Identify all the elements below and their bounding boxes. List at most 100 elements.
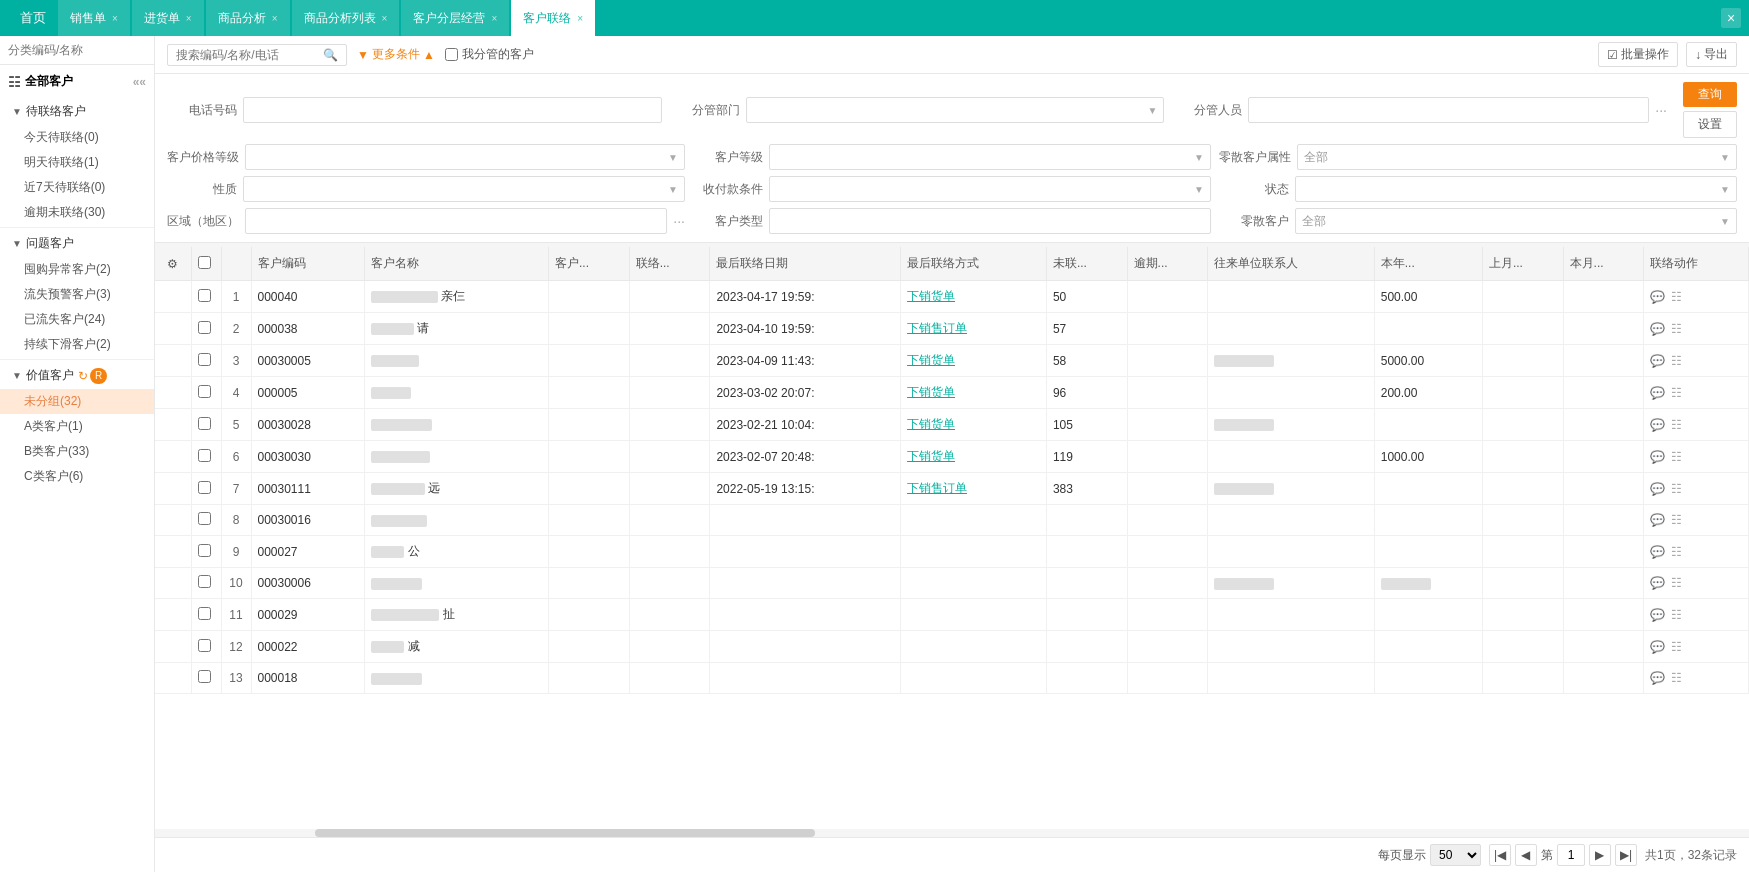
row-checkbox[interactable] <box>191 345 221 377</box>
row-select-checkbox[interactable] <box>198 670 211 683</box>
row-select-checkbox[interactable] <box>198 321 211 334</box>
sidebar-item-a-class[interactable]: A类客户(1) <box>0 414 154 439</box>
status-select[interactable]: ▼ <box>1295 176 1737 202</box>
refresh-icon[interactable]: ↻ <box>78 369 88 383</box>
nav-tab-customer-contact[interactable]: 客户联络 × <box>511 0 595 36</box>
nav-home[interactable]: 首页 <box>8 0 58 36</box>
chat-icon[interactable]: 💬 <box>1650 450 1665 464</box>
th-check[interactable] <box>191 247 221 281</box>
grid-action-icon[interactable]: ☷ <box>1671 545 1682 559</box>
row-checkbox[interactable] <box>191 663 221 694</box>
batch-op-button[interactable]: ☑ 批量操作 <box>1598 42 1678 67</box>
chat-icon[interactable]: 💬 <box>1650 354 1665 368</box>
sidebar-item-c-class[interactable]: C类客户(6) <box>0 464 154 489</box>
chat-icon[interactable]: 💬 <box>1650 513 1665 527</box>
export-button[interactable]: ↓ 导出 <box>1686 42 1737 67</box>
grid-action-icon[interactable]: ☷ <box>1671 608 1682 622</box>
person-more-btn[interactable]: ··· <box>1655 102 1667 118</box>
contact-way-link[interactable]: 下销售订单 <box>907 321 967 335</box>
price-tier-select[interactable]: ▼ <box>245 144 685 170</box>
grid-action-icon[interactable]: ☷ <box>1671 354 1682 368</box>
region-more-btn[interactable]: ··· <box>673 213 685 229</box>
nav-tab-purchase[interactable]: 进货单 × <box>132 0 204 36</box>
contact-way-link[interactable]: 下销货单 <box>907 449 955 463</box>
grid-action-icon[interactable]: ☷ <box>1671 290 1682 304</box>
region-select[interactable] <box>245 208 667 234</box>
customer-type-select[interactable] <box>769 208 1211 234</box>
grid-action-icon[interactable]: ☷ <box>1671 386 1682 400</box>
dept-select[interactable]: ▼ <box>746 97 1165 123</box>
th-not-contacted[interactable]: 未联... <box>1046 247 1127 281</box>
sidebar-group-value[interactable]: ▼ 价值客户 ↻ R <box>0 362 154 389</box>
sidebar-item-declining[interactable]: 持续下滑客户(2) <box>0 332 154 357</box>
th-this-year[interactable]: 本年... <box>1374 247 1482 281</box>
row-select-checkbox[interactable] <box>198 449 211 462</box>
contact-way-link[interactable]: 下销货单 <box>907 385 955 399</box>
chat-icon[interactable]: 💬 <box>1650 386 1665 400</box>
nature-select[interactable]: ▼ <box>243 176 685 202</box>
close-customer-contact-tab[interactable]: × <box>577 13 583 24</box>
prev-page-btn[interactable]: ◀ <box>1515 844 1537 866</box>
more-conditions-btn[interactable]: ▼ 更多条件 ▲ <box>357 46 435 63</box>
horizontal-scrollbar[interactable] <box>155 829 1749 837</box>
row-checkbox[interactable] <box>191 377 221 409</box>
th-overdue[interactable]: 逾期... <box>1127 247 1208 281</box>
all-customers-header[interactable]: ☷ 全部客户 «« <box>0 65 154 98</box>
contact-way-link[interactable]: 下销货单 <box>907 353 955 367</box>
last-page-btn[interactable]: ▶| <box>1615 844 1637 866</box>
nav-tab-sales[interactable]: 销售单 × <box>58 0 130 36</box>
sidebar-item-lost[interactable]: 已流失客户(24) <box>0 307 154 332</box>
close-analysis-list-tab[interactable]: × <box>382 13 388 24</box>
row-select-checkbox[interactable] <box>198 417 211 430</box>
select-all-checkbox[interactable] <box>198 256 211 269</box>
grid-action-icon[interactable]: ☷ <box>1671 640 1682 654</box>
my-customers-checkbox-container[interactable]: 我分管的客户 <box>445 46 534 63</box>
sidebar-collapse-btn[interactable]: «« <box>133 75 146 89</box>
reset-button[interactable]: 设置 <box>1683 111 1737 138</box>
th-name[interactable]: 客户名称 <box>365 247 549 281</box>
th-code[interactable]: 客户编码 <box>251 247 365 281</box>
sidebar-item-hoarding[interactable]: 囤购异常客户(2) <box>0 257 154 282</box>
close-sales-tab[interactable]: × <box>112 13 118 24</box>
grid-action-icon[interactable]: ☷ <box>1671 418 1682 432</box>
contact-way-link[interactable]: 下销货单 <box>907 417 955 431</box>
sidebar-item-today[interactable]: 今天待联络(0) <box>0 125 154 150</box>
search-input[interactable] <box>176 48 319 62</box>
my-customers-checkbox[interactable] <box>445 48 458 61</box>
grid-action-icon[interactable]: ☷ <box>1671 482 1682 496</box>
row-checkbox[interactable] <box>191 599 221 631</box>
search-icon[interactable]: 🔍 <box>323 48 338 62</box>
th-contact-person[interactable]: 往来单位联系人 <box>1208 247 1374 281</box>
row-select-checkbox[interactable] <box>198 353 211 366</box>
scatter-customer-select[interactable]: 全部 ▼ <box>1295 208 1737 234</box>
close-analysis-tab[interactable]: × <box>272 13 278 24</box>
close-customer-tier-tab[interactable]: × <box>491 13 497 24</box>
chat-icon[interactable]: 💬 <box>1650 482 1665 496</box>
row-checkbox[interactable] <box>191 441 221 473</box>
grid-action-icon[interactable]: ☷ <box>1671 322 1682 336</box>
chat-icon[interactable]: 💬 <box>1650 418 1665 432</box>
scatter-attr-select[interactable]: 全部 ▼ <box>1297 144 1737 170</box>
chat-icon[interactable]: 💬 <box>1650 640 1665 654</box>
th-last-contact-way[interactable]: 最后联络方式 <box>901 247 1047 281</box>
customer-tier-select[interactable]: ▼ <box>769 144 1211 170</box>
contact-way-link[interactable]: 下销售订单 <box>907 481 967 495</box>
th-this-month[interactable]: 本月... <box>1563 247 1644 281</box>
chat-icon[interactable]: 💬 <box>1650 671 1665 685</box>
th-gear[interactable]: ⚙ <box>155 247 191 281</box>
sidebar-item-b-class[interactable]: B类客户(33) <box>0 439 154 464</box>
sidebar-item-tomorrow[interactable]: 明天待联络(1) <box>0 150 154 175</box>
row-checkbox[interactable] <box>191 313 221 345</box>
contact-way-link[interactable]: 下销货单 <box>907 289 955 303</box>
grid-action-icon[interactable]: ☷ <box>1671 450 1682 464</box>
row-checkbox[interactable] <box>191 409 221 441</box>
sidebar-group-pending[interactable]: ▼ 待联络客户 <box>0 98 154 125</box>
grid-action-icon[interactable]: ☷ <box>1671 576 1682 590</box>
sidebar-item-loss-warning[interactable]: 流失预警客户(3) <box>0 282 154 307</box>
row-select-checkbox[interactable] <box>198 385 211 398</box>
row-select-checkbox[interactable] <box>198 544 211 557</box>
row-select-checkbox[interactable] <box>198 289 211 302</box>
sidebar-item-ungroup[interactable]: 未分组(32) <box>0 389 154 414</box>
th-last-contact-date[interactable]: 最后联络日期 <box>710 247 901 281</box>
row-select-checkbox[interactable] <box>198 639 211 652</box>
